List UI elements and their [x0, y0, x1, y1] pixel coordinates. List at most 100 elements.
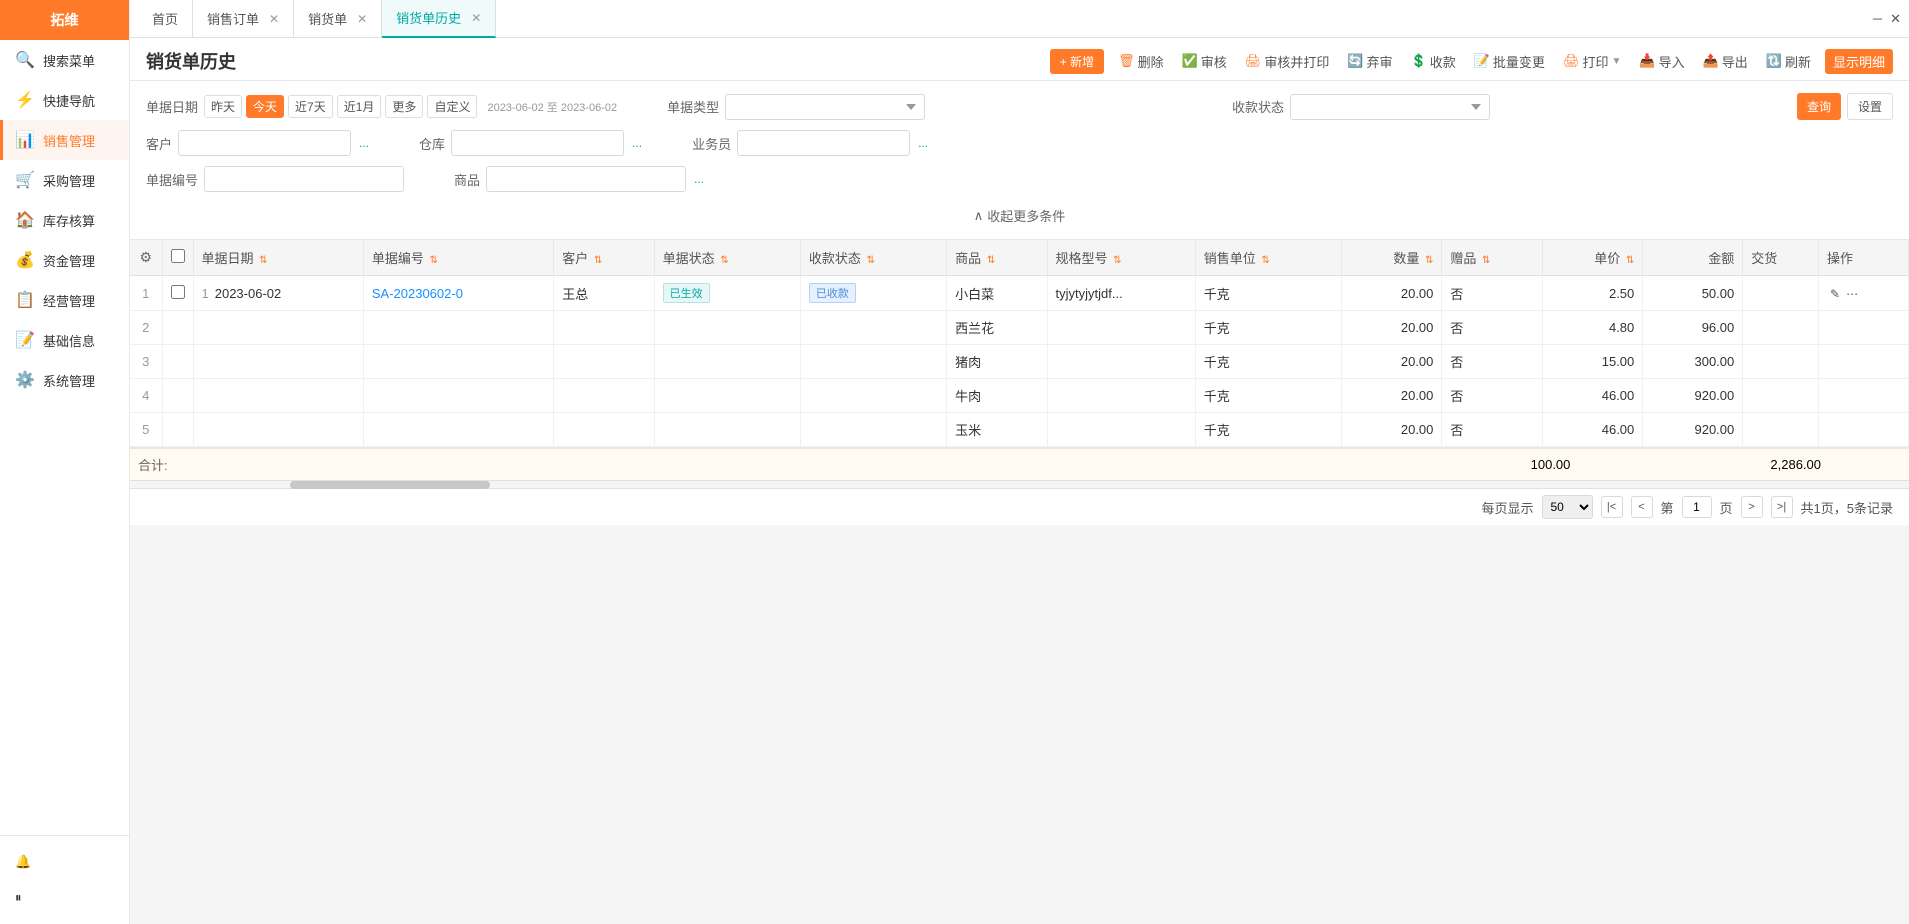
- col-doc-status[interactable]: 单据状态 ⇅: [654, 240, 800, 276]
- sort-gift-icon: ⇅: [1482, 255, 1490, 266]
- page-label: 页: [1720, 498, 1733, 517]
- sidebar-item-purchase[interactable]: 🛒 采购管理: [0, 160, 129, 200]
- tab-sales-order[interactable]: 销售订单 ✕: [193, 0, 294, 38]
- filter-date: 单据日期 昨天 今天 近7天 近1月 更多 自定义 2023-06-02 至 2…: [146, 95, 617, 118]
- window-close[interactable]: ✕: [1890, 11, 1901, 27]
- filter-doc-type-select[interactable]: [725, 94, 925, 120]
- filter-salesperson-input[interactable]: [737, 130, 910, 156]
- warehouse-dots-btn[interactable]: ...: [632, 136, 642, 150]
- review-print-button[interactable]: 🖨 审核并打印: [1241, 50, 1334, 73]
- action-more-btn[interactable]: ⋯: [1843, 286, 1861, 302]
- collect-button[interactable]: 💲 收款: [1407, 50, 1460, 73]
- action-edit-btn[interactable]: ✎: [1827, 286, 1843, 302]
- row-num: 1: [202, 286, 209, 301]
- date-btn-today[interactable]: 今天: [246, 95, 284, 118]
- refresh-button[interactable]: 🔃 刷新: [1762, 50, 1815, 73]
- cell-payment-status: [800, 345, 946, 379]
- tab-sales-order-close[interactable]: ✕: [269, 12, 279, 26]
- row-checkbox[interactable]: [171, 285, 185, 299]
- col-unit[interactable]: 销售单位 ⇅: [1195, 240, 1341, 276]
- cell-action: [1819, 413, 1909, 447]
- date-btn-custom[interactable]: 自定义: [427, 95, 477, 118]
- filter-payment-status-select[interactable]: [1290, 94, 1490, 120]
- col-customer[interactable]: 客户 ⇅: [554, 240, 654, 276]
- abandon-button[interactable]: 🔄 弃审: [1343, 50, 1396, 73]
- settings-gear-icon[interactable]: ⚙: [139, 249, 152, 265]
- filter-goods-input[interactable]: [486, 166, 686, 192]
- scrollbar-area[interactable]: [130, 480, 1909, 488]
- cell-payment-status: [800, 311, 946, 345]
- prev-page-btn[interactable]: <: [1631, 496, 1653, 518]
- sidebar-item-operations[interactable]: 📋 经营管理: [0, 280, 129, 320]
- sidebar-item-quicknav[interactable]: ⚡ 快捷导航: [0, 80, 129, 120]
- date-btn-yesterday[interactable]: 昨天: [204, 95, 242, 118]
- sidebar-item-inventory[interactable]: 🏠 库存核算: [0, 200, 129, 240]
- scrollbar-thumb[interactable]: [290, 481, 490, 489]
- sidebar-bottom-pause[interactable]: ⏸: [0, 880, 129, 916]
- col-doc-date[interactable]: 单据日期 ⇅: [193, 240, 363, 276]
- sidebar-bottom-notification[interactable]: 🔔: [0, 844, 129, 880]
- sidebar-item-finance[interactable]: 💰 资金管理: [0, 240, 129, 280]
- sidebar-item-search[interactable]: 🔍 搜索菜单: [0, 40, 129, 80]
- sidebar-item-basicinfo[interactable]: 📝 基础信息: [0, 320, 129, 360]
- date-btn-7days[interactable]: 近7天: [288, 95, 333, 118]
- doc-status-tag: 已生效: [663, 283, 710, 303]
- tab-sales-history[interactable]: 销货单历史 ✕: [382, 0, 496, 38]
- print-button[interactable]: 🖨 打印 ▼: [1559, 50, 1625, 73]
- tab-sales-delivery[interactable]: 销货单 ✕: [294, 0, 382, 38]
- export-button[interactable]: 📤 导出: [1699, 50, 1752, 73]
- collapse-button[interactable]: ∧ 收起更多条件: [146, 202, 1893, 227]
- date-btn-1month[interactable]: 近1月: [337, 95, 382, 118]
- tab-home[interactable]: 首页: [138, 0, 193, 38]
- cell-unit: 千克: [1195, 276, 1341, 311]
- filter-customer-label: 客户: [146, 134, 172, 153]
- filter-warehouse-input[interactable]: [451, 130, 624, 156]
- window-minimize[interactable]: ─: [1873, 11, 1882, 26]
- delete-button[interactable]: 🗑 删除: [1114, 50, 1168, 73]
- col-gift[interactable]: 赠品 ⇅: [1442, 240, 1542, 276]
- tab-sales-history-close[interactable]: ✕: [471, 11, 481, 25]
- import-button[interactable]: 📥 导入: [1635, 50, 1688, 73]
- date-btn-more[interactable]: 更多: [385, 95, 423, 118]
- col-payment-status[interactable]: 收款状态 ⇅: [800, 240, 946, 276]
- col-settings[interactable]: ⚙: [130, 240, 162, 276]
- col-goods[interactable]: 商品 ⇅: [947, 240, 1047, 276]
- filter-customer-input[interactable]: [178, 130, 351, 156]
- abandon-label: 弃审: [1367, 52, 1393, 71]
- sidebar-item-system[interactable]: ⚙️ 系统管理: [0, 360, 129, 400]
- customer-dots-btn[interactable]: ...: [359, 136, 369, 150]
- page-text: 第: [1661, 498, 1674, 517]
- page-size-select[interactable]: 50 100: [1542, 495, 1593, 519]
- select-all-checkbox[interactable]: [171, 249, 185, 263]
- last-page-btn[interactable]: >|: [1771, 496, 1793, 518]
- col-qty[interactable]: 数量 ⇅: [1341, 240, 1441, 276]
- salesperson-dots-btn[interactable]: ...: [918, 136, 928, 150]
- cell-action: [1819, 345, 1909, 379]
- sidebar-item-sales[interactable]: 📊 销售管理: [0, 120, 129, 160]
- cell-spec: [1047, 311, 1195, 345]
- batch-change-button[interactable]: 📝 批量变更: [1470, 50, 1549, 73]
- tab-sales-delivery-close[interactable]: ✕: [357, 12, 367, 26]
- query-button[interactable]: 查询: [1797, 93, 1841, 120]
- review-button[interactable]: ✅ 审核: [1178, 50, 1231, 73]
- filter-row-2: 客户 ... 仓库 ... 业务员 ...: [146, 130, 1893, 156]
- page-number-input[interactable]: [1682, 496, 1712, 518]
- col-spec[interactable]: 规格型号 ⇅: [1047, 240, 1195, 276]
- cell-doc-status: [654, 345, 800, 379]
- display-button[interactable]: 显示明细: [1825, 49, 1893, 74]
- col-doc-no[interactable]: 单据编号 ⇅: [363, 240, 553, 276]
- cell-gift: 否: [1442, 345, 1542, 379]
- col-spec-label: 规格型号: [1056, 251, 1108, 266]
- table-row: 4 牛肉 千克 20.00 否 46.00 920.00: [130, 379, 1909, 413]
- next-page-btn[interactable]: >: [1741, 496, 1763, 518]
- col-unit-price[interactable]: 单价 ⇅: [1542, 240, 1642, 276]
- filter-doc-no-input[interactable]: [204, 166, 404, 192]
- settings-button[interactable]: 设置: [1847, 93, 1893, 120]
- add-button[interactable]: + 新增: [1050, 49, 1104, 74]
- doc-no-link[interactable]: SA-20230602-0: [372, 286, 463, 301]
- quicknav-icon: ⚡: [15, 90, 35, 110]
- import-icon: 📥: [1639, 53, 1655, 69]
- goods-dots-btn[interactable]: ...: [694, 172, 704, 186]
- cell-qty: 20.00: [1341, 276, 1441, 311]
- first-page-btn[interactable]: |<: [1601, 496, 1623, 518]
